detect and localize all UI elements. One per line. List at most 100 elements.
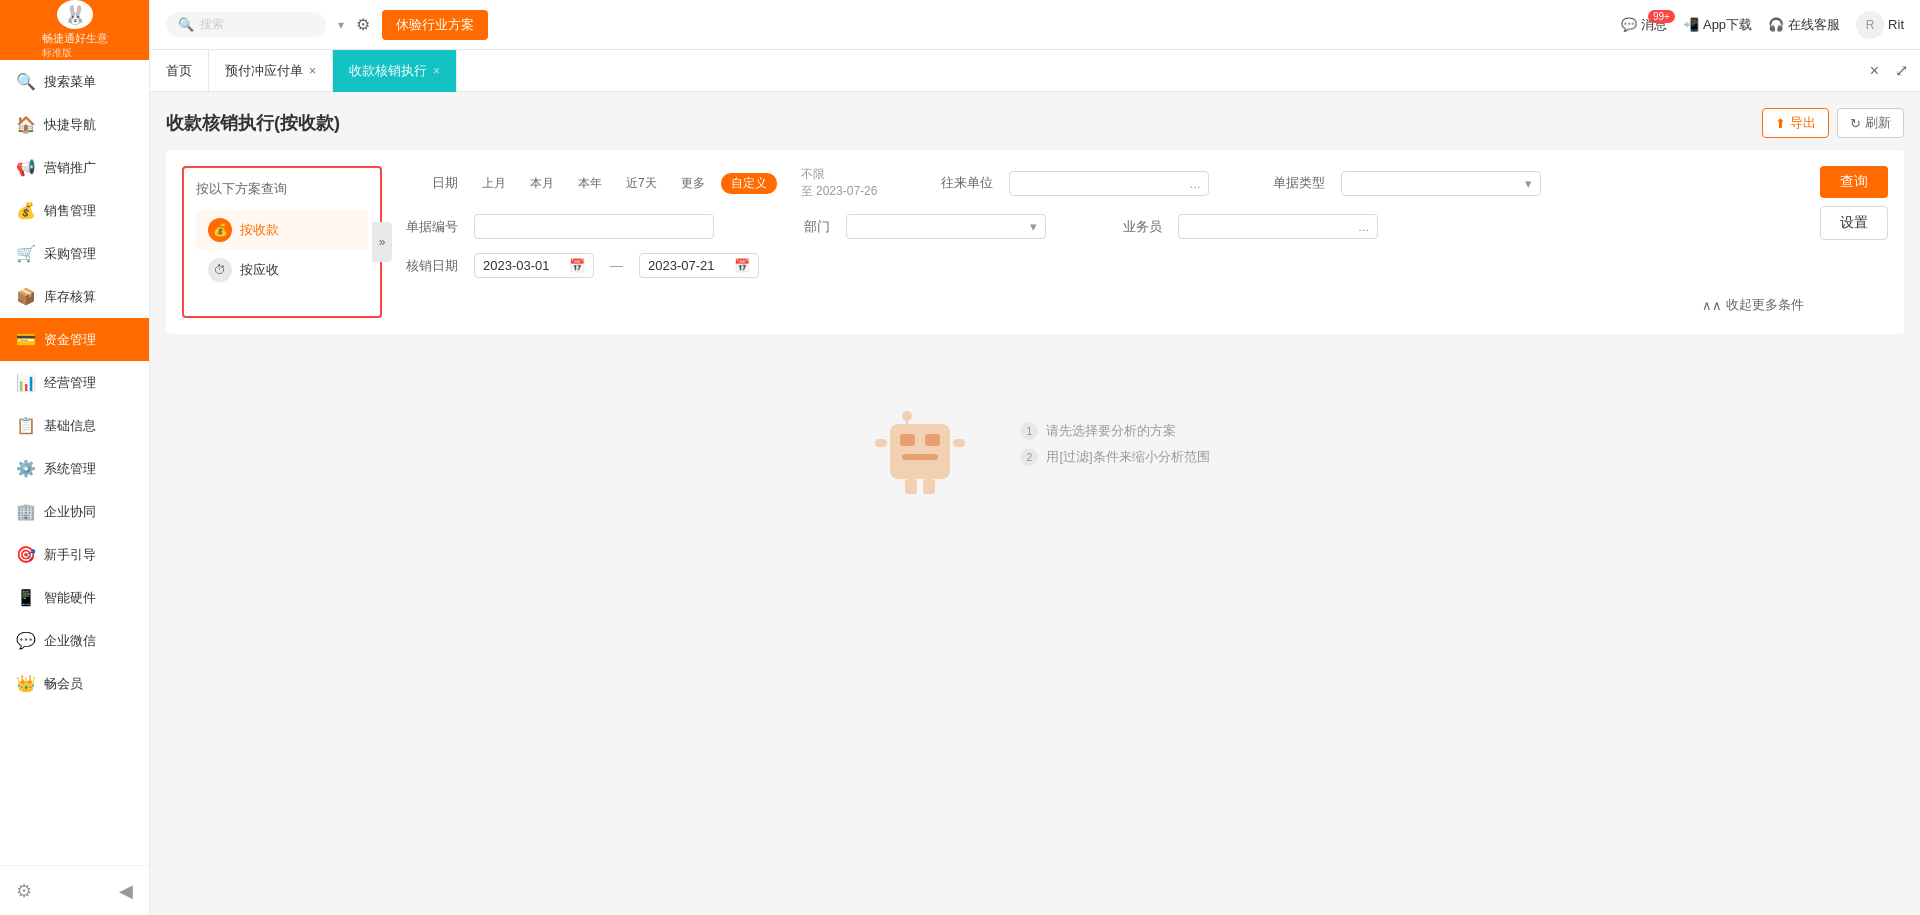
verif-date-end-input[interactable]: 2023-07-21 📅 <box>639 253 759 278</box>
sidebar-logo: 🐰 畅捷通好生意 标准版 <box>0 0 149 60</box>
sidebar-item-basic[interactable]: 📋 基础信息 <box>0 404 149 447</box>
doc-type-select[interactable]: ▾ <box>1341 171 1541 196</box>
logo-text: 畅捷通好生意 标准版 <box>42 31 108 60</box>
svg-rect-1 <box>900 434 915 446</box>
top-header: 🔍 搜索 ▾ ⚙ 休验行业方案 💬 消息 99+ 📲 App下载 🎧 在线客服 <box>150 0 1920 50</box>
sidebar-item-inventory[interactable]: 📦 库存核算 <box>0 275 149 318</box>
filter-option-receivable[interactable]: ⏱ 按应收 <box>196 250 368 290</box>
filter-row-3: 核销日期 2023-03-01 📅 — 2023-07-21 📅 <box>398 253 1804 278</box>
date-options-group: 上月 本月 本年 近7天 更多 自定义 <box>474 173 777 194</box>
date-btn-thisyear[interactable]: 本年 <box>570 173 610 194</box>
content-area: 收款核销执行(按收款) ⬆ 导出 ↻ 刷新 按以下方案查询 💰 按收款 <box>150 92 1920 915</box>
tab-close-prepay-icon[interactable]: × <box>309 64 316 78</box>
settings-footer-icon[interactable]: ⚙ <box>16 880 32 902</box>
empty-illustration <box>860 394 980 494</box>
page-header: 收款核销执行(按收款) ⬆ 导出 ↻ 刷新 <box>166 108 1904 138</box>
setting-button[interactable]: 设置 <box>1820 206 1888 240</box>
staff-input[interactable]: ... <box>1178 214 1378 239</box>
date-btn-custom[interactable]: 自定义 <box>721 173 777 194</box>
tab-bar-right: × ⤢ <box>1866 57 1920 84</box>
query-button[interactable]: 查询 <box>1820 166 1888 198</box>
sidebar-item-quick[interactable]: 🏠 快捷导航 <box>0 103 149 146</box>
avatar: R <box>1856 11 1884 39</box>
filter-right-panel: 日期 上月 本月 本年 近7天 更多 自定义 不 <box>398 166 1888 318</box>
doc-number-input[interactable] <box>474 214 714 239</box>
svg-point-8 <box>902 411 912 421</box>
customer-service-button[interactable]: 🎧 在线客服 <box>1768 16 1840 34</box>
date-label: 日期 <box>398 174 458 192</box>
app-download-button[interactable]: 📲 App下载 <box>1683 16 1752 34</box>
sidebar-item-wechat[interactable]: 💬 企业微信 <box>0 619 149 662</box>
page-title: 收款核销执行(按收款) <box>166 111 340 135</box>
tab-close-collection-icon[interactable]: × <box>433 64 440 78</box>
collapse-sidebar-icon[interactable]: ◀ <box>119 880 133 902</box>
partner-dots-icon: ... <box>1190 176 1201 191</box>
tab-close-all-icon[interactable]: × <box>1866 58 1883 84</box>
list-icon: 📋 <box>16 416 36 435</box>
svg-rect-2 <box>925 434 940 446</box>
staff-dots-icon: ... <box>1358 219 1369 234</box>
empty-tip-1: 1 请先选择要分析的方案 <box>1020 422 1209 440</box>
filter-panel: 按以下方案查询 💰 按收款 ⏱ 按应收 » 日期 <box>166 150 1904 334</box>
sidebar-item-search[interactable]: 🔍 搜索菜单 <box>0 60 149 103</box>
date-btn-lastmonth[interactable]: 上月 <box>474 173 514 194</box>
chat-icon: 💬 <box>16 631 36 650</box>
date-btn-7days[interactable]: 近7天 <box>618 173 665 194</box>
sidebar-item-system[interactable]: ⚙️ 系统管理 <box>0 447 149 490</box>
collapse-icon: ∧∧ <box>1702 298 1722 313</box>
refresh-button[interactable]: ↻ 刷新 <box>1837 108 1904 138</box>
sidebar-footer: ⚙ ◀ <box>0 865 149 915</box>
doc-type-label: 单据类型 <box>1265 174 1325 192</box>
cart-icon: 🛒 <box>16 244 36 263</box>
message-button[interactable]: 💬 消息 99+ <box>1621 16 1667 34</box>
filter-left-panel: 按以下方案查询 💰 按收款 ⏱ 按应收 » <box>182 166 382 318</box>
partner-label: 往来单位 <box>933 174 993 192</box>
filter-left-title: 按以下方案查询 <box>196 180 368 198</box>
sidebar-item-operation[interactable]: 📊 经营管理 <box>0 361 149 404</box>
export-button[interactable]: ⬆ 导出 <box>1762 108 1829 138</box>
partner-input[interactable]: ... <box>1009 171 1209 196</box>
filter-option-receipt[interactable]: 💰 按收款 <box>196 210 368 250</box>
date-btn-thismonth[interactable]: 本月 <box>522 173 562 194</box>
industry-solution-button[interactable]: 休验行业方案 <box>382 10 488 40</box>
dept-label: 部门 <box>770 218 830 236</box>
export-icon: ⬆ <box>1775 116 1786 131</box>
gear-settings-icon[interactable]: ⚙ <box>356 15 370 34</box>
phone-icon: 📱 <box>16 588 36 607</box>
chevron-down-icon: ▾ <box>1525 176 1532 191</box>
collapse-more-conditions[interactable]: ∧∧ 收起更多条件 <box>398 292 1804 318</box>
calendar-end-icon: 📅 <box>734 258 750 273</box>
dept-select[interactable]: ▾ <box>846 214 1046 239</box>
svg-rect-5 <box>953 439 965 447</box>
sidebar-item-guide[interactable]: 🎯 新手引导 <box>0 533 149 576</box>
sidebar-item-member[interactable]: 👑 畅会员 <box>0 662 149 705</box>
tab-home[interactable]: 首页 <box>150 50 209 92</box>
staff-label: 业务员 <box>1102 218 1162 236</box>
sidebar-item-hardware[interactable]: 📱 智能硬件 <box>0 576 149 619</box>
receivable-icon: ⏱ <box>208 258 232 282</box>
svg-rect-0 <box>890 424 950 479</box>
tab-collection[interactable]: 收款核销执行 × <box>333 50 457 92</box>
tab-prepay[interactable]: 预付冲应付单 × <box>209 50 333 92</box>
header-right: 💬 消息 99+ 📲 App下载 🎧 在线客服 R Rit <box>1621 11 1904 39</box>
collapse-filter-left-icon[interactable]: » <box>372 222 392 262</box>
crown-icon: 👑 <box>16 674 36 693</box>
filter-row-2: 单据编号 部门 ▾ 业务员 ... <box>398 214 1804 239</box>
target-icon: 🎯 <box>16 545 36 564</box>
tab-expand-icon[interactable]: ⤢ <box>1891 57 1912 84</box>
sidebar-item-sales[interactable]: 💰 销售管理 <box>0 189 149 232</box>
verif-date-start-input[interactable]: 2023-03-01 📅 <box>474 253 594 278</box>
header-search-bar[interactable]: 🔍 搜索 <box>166 12 326 37</box>
filter-row-1: 日期 上月 本月 本年 近7天 更多 自定义 不 <box>398 166 1804 200</box>
sidebar-item-finance[interactable]: 💳 资金管理 <box>0 318 149 361</box>
sidebar-item-enterprise[interactable]: 🏢 企业协同 <box>0 490 149 533</box>
date-separator: — <box>610 258 623 273</box>
date-btn-more[interactable]: 更多 <box>673 173 713 194</box>
dropdown-arrow-icon[interactable]: ▾ <box>338 18 344 32</box>
sidebar-item-marketing[interactable]: 📢 营销推广 <box>0 146 149 189</box>
filter-fields-and-actions: 日期 上月 本月 本年 近7天 更多 自定义 不 <box>398 166 1888 318</box>
sidebar-item-purchase[interactable]: 🛒 采购管理 <box>0 232 149 275</box>
dept-chevron-icon: ▾ <box>1030 219 1037 234</box>
user-avatar[interactable]: R Rit <box>1856 11 1904 39</box>
header-left: 🔍 搜索 ▾ ⚙ 休验行业方案 <box>166 10 488 40</box>
